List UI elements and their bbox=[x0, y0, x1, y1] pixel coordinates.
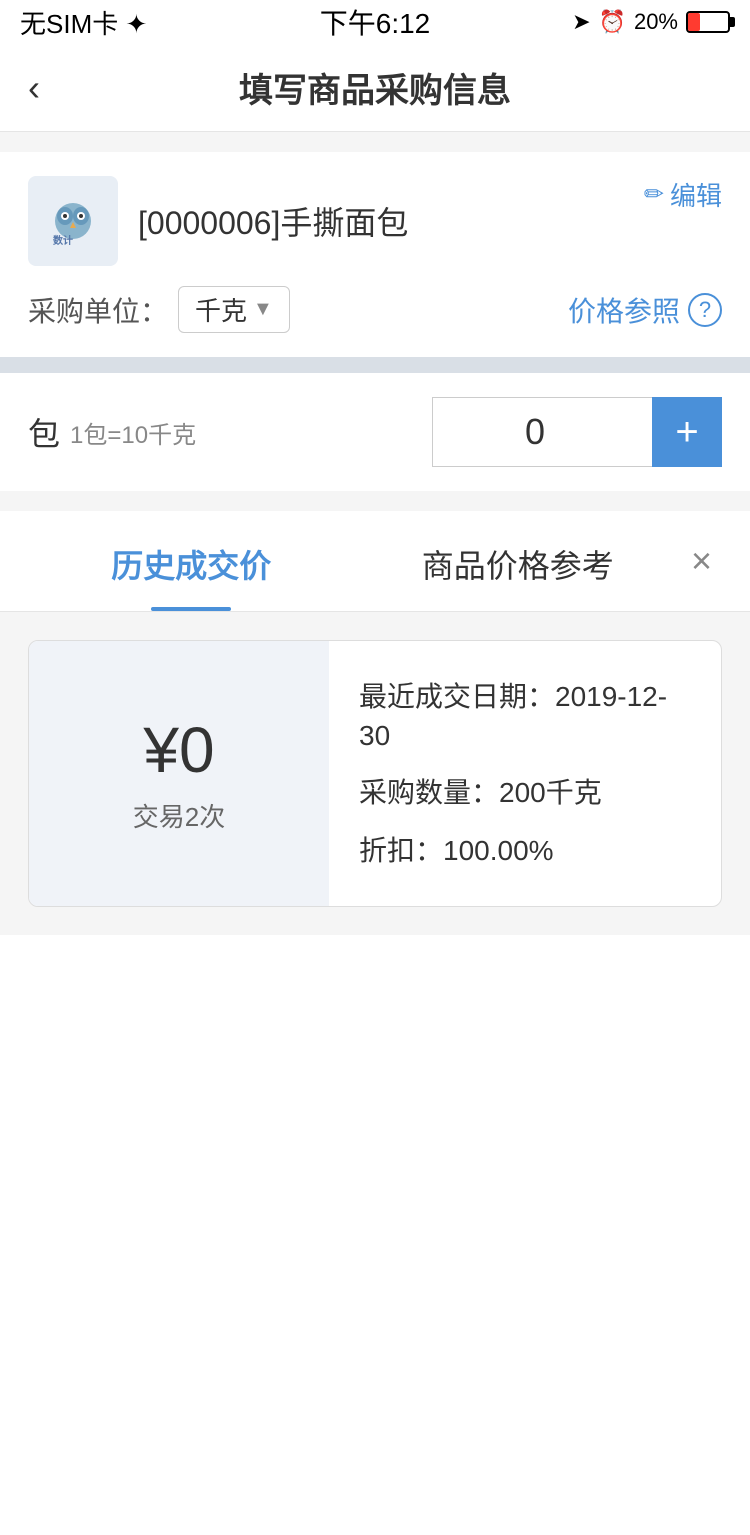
price-amount: ¥0 bbox=[143, 713, 214, 787]
svg-text:数计: 数计 bbox=[53, 234, 73, 246]
quantity-row: 包 1包=10千克 + bbox=[0, 373, 750, 491]
carrier-text: 无SIM卡 ✦ bbox=[20, 4, 147, 41]
unit-label: 采购单位： bbox=[28, 290, 168, 330]
tab-price-reference[interactable]: 商品价格参考 bbox=[354, 511, 680, 611]
unit-section: 采购单位： 千克 ▼ bbox=[28, 286, 290, 333]
status-bar: 无SIM卡 ✦ 下午6:12 ➤ ⏰ 20% bbox=[0, 0, 750, 44]
price-card: ¥0 交易2次 最近成交日期：2019-12-30 采购数量：200千克 折扣：… bbox=[28, 640, 722, 907]
price-discount-row: 折扣：100.00% bbox=[359, 831, 691, 870]
edit-icon: ✏ bbox=[644, 180, 664, 209]
product-header: 数计 [0000006]手撕面包 ✏ 编辑 bbox=[28, 176, 722, 266]
price-transactions: 交易2次 bbox=[133, 797, 225, 834]
page-title: 填写商品采购信息 bbox=[239, 63, 511, 112]
tabs-close-button[interactable]: × bbox=[681, 530, 722, 592]
quantity-label: 包 1包=10千克 bbox=[28, 409, 196, 455]
quantity-plus-button[interactable]: + bbox=[652, 397, 722, 467]
quantity-input-group[interactable]: + bbox=[432, 397, 722, 467]
product-name: [0000006]手撕面包 bbox=[138, 198, 408, 244]
status-right: ➤ ⏰ 20% bbox=[572, 9, 730, 35]
battery-icon bbox=[686, 11, 730, 33]
product-info-left: 数计 [0000006]手撕面包 bbox=[28, 176, 408, 266]
section-divider bbox=[0, 357, 750, 373]
price-right-panel: 最近成交日期：2019-12-30 采购数量：200千克 折扣：100.00% bbox=[329, 641, 721, 906]
time-text: 下午6:12 bbox=[320, 2, 431, 42]
price-qty-row: 采购数量：200千克 bbox=[359, 773, 691, 812]
help-icon: ? bbox=[688, 293, 722, 327]
tabs-row: 历史成交价 商品价格参考 × bbox=[0, 511, 750, 611]
tab-history-price[interactable]: 历史成交价 bbox=[28, 511, 354, 611]
quantity-unit: 包 bbox=[28, 409, 60, 455]
price-date-row: 最近成交日期：2019-12-30 bbox=[359, 677, 691, 755]
owl-logo: 数计 bbox=[43, 186, 103, 256]
product-unit-row: 采购单位： 千克 ▼ 价格参照 ? bbox=[28, 286, 722, 333]
price-left-panel: ¥0 交易2次 bbox=[29, 641, 329, 906]
quantity-sub-label: 1包=10千克 bbox=[70, 415, 196, 450]
location-icon: ➤ bbox=[572, 9, 590, 35]
nav-bar: ‹ 填写商品采购信息 bbox=[0, 44, 750, 132]
price-reference-link[interactable]: 价格参照 ? bbox=[568, 290, 722, 330]
edit-button[interactable]: ✏ 编辑 bbox=[644, 176, 722, 213]
tabs-container: 历史成交价 商品价格参考 × bbox=[0, 511, 750, 612]
unit-dropdown[interactable]: 千克 ▼ bbox=[178, 286, 290, 333]
product-image: 数计 bbox=[28, 176, 118, 266]
quantity-input[interactable] bbox=[432, 397, 652, 467]
content-area bbox=[0, 935, 750, 1535]
product-card: 数计 [0000006]手撕面包 ✏ 编辑 采购单位： 千克 ▼ 价格参照 ? bbox=[0, 152, 750, 357]
alarm-icon: ⏰ bbox=[599, 9, 626, 35]
back-button[interactable]: ‹ bbox=[28, 67, 40, 109]
dropdown-arrow-icon: ▼ bbox=[253, 298, 273, 321]
battery-percent: 20% bbox=[634, 9, 678, 35]
